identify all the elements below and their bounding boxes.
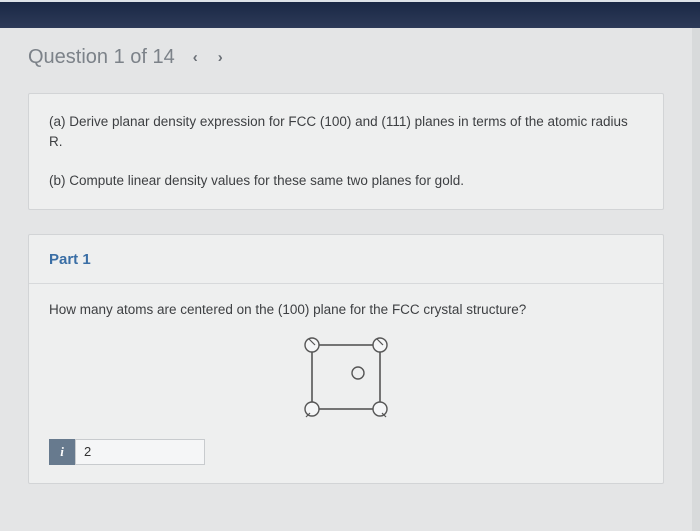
content-area: Question 1 of 14 ‹ › (a) Derive planar d… [0,28,692,531]
part-header: Part 1 [29,235,663,284]
info-icon[interactable]: i [49,439,75,465]
part-question: How many atoms are centered on the (100)… [49,302,643,317]
answer-input[interactable] [75,439,205,465]
nav-arrows: ‹ › [193,49,223,66]
answer-input-row: i [49,439,643,465]
part-card: Part 1 How many atoms are centered on th… [28,234,664,484]
question-header: Question 1 of 14 ‹ › [28,46,664,69]
page-wrap: Question 1 of 14 ‹ › (a) Derive planar d… [0,28,700,531]
prompt-card-body: (a) Derive planar density expression for… [29,94,663,209]
crystal-plane-diagram [296,333,396,421]
window-titlebar [0,0,700,28]
prompt-line-a: (a) Derive planar density expression for… [49,112,643,153]
next-question-button[interactable]: › [218,49,223,66]
prompt-line-b: (b) Compute linear density values for th… [49,171,643,191]
prev-question-button[interactable]: ‹ [193,49,198,66]
part-label: Part 1 [49,251,91,268]
diagram-wrap [49,333,643,421]
part-body: How many atoms are centered on the (100)… [29,284,663,483]
question-title: Question 1 of 14 [28,46,175,69]
prompt-card: (a) Derive planar density expression for… [28,93,664,210]
